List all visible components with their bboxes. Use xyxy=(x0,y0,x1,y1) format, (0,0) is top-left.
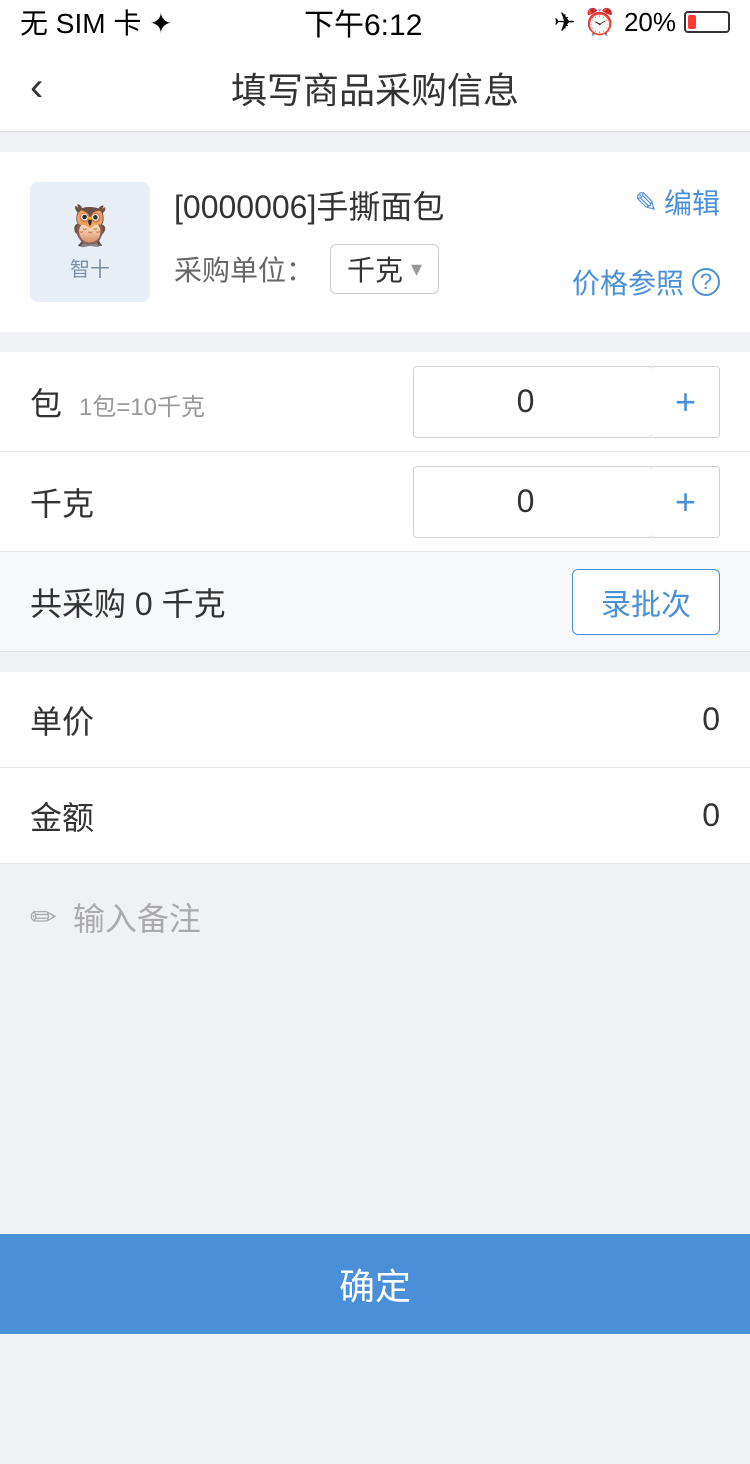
unit-value: 千克 xyxy=(347,249,403,289)
kg-row: 千克 + xyxy=(0,452,750,552)
price-divider-top xyxy=(0,652,750,672)
bao-input-wrap: + xyxy=(413,366,720,438)
amount-row: 金额 0 xyxy=(0,768,750,864)
back-button[interactable]: ‹ xyxy=(30,55,53,120)
summary-text: 共采购 0 千克 xyxy=(30,579,572,625)
amount-value: 0 xyxy=(702,797,720,834)
battery-icon xyxy=(684,11,730,33)
status-bar-left: 无 SIM 卡 ✦ xyxy=(20,2,173,42)
bao-input[interactable] xyxy=(413,366,653,438)
status-bar-time: 下午6:12 xyxy=(304,0,422,44)
status-bar-right: ✈ ⏰ 20% xyxy=(554,7,730,38)
confirm-label: 确定 xyxy=(339,1258,411,1310)
bao-row: 包 1包=10千克 + xyxy=(0,352,750,452)
price-ref-info-icon: ? xyxy=(692,268,720,296)
product-card: 🦉 智十 [0000006]手撕面包 采购单位： 千克 ▾ ✎ 编辑 价格参照 … xyxy=(0,152,750,332)
price-ref-label: 价格参照 xyxy=(572,262,684,302)
form-divider-top xyxy=(0,332,750,352)
bao-plus-button[interactable]: + xyxy=(652,366,720,438)
amount-label: 金额 xyxy=(30,793,702,839)
edit-icon: ✎ xyxy=(635,186,658,219)
kg-input-wrap: + xyxy=(413,466,720,538)
edit-button[interactable]: ✎ 编辑 xyxy=(635,182,720,222)
unit-selector[interactable]: 千克 ▾ xyxy=(330,244,439,294)
battery-percent: 20% xyxy=(624,7,676,38)
batch-button[interactable]: 录批次 xyxy=(572,569,720,635)
brand-owl-icon: 🦉 xyxy=(65,202,115,249)
unit-price-value: 0 xyxy=(702,701,720,738)
notes-placeholder: 输入备注 xyxy=(73,894,201,940)
unit-price-label: 单价 xyxy=(30,697,702,743)
summary-row: 共采购 0 千克 录批次 xyxy=(0,552,750,652)
brand-label: 智十 xyxy=(65,253,115,282)
status-bar: 无 SIM 卡 ✦ 下午6:12 ✈ ⏰ 20% xyxy=(0,0,750,44)
nav-bar: ‹ 填写商品采购信息 xyxy=(0,44,750,132)
edit-label: 编辑 xyxy=(664,182,720,222)
price-ref-button[interactable]: 价格参照 ? xyxy=(572,262,720,302)
bao-sublabel: 1包=10千克 xyxy=(79,394,205,421)
chevron-down-icon: ▾ xyxy=(411,256,422,282)
kg-input[interactable] xyxy=(413,466,653,538)
confirm-button[interactable]: 确定 xyxy=(0,1234,750,1334)
page-title: 填写商品采购信息 xyxy=(231,62,519,114)
sim-status: 无 SIM 卡 ✦ xyxy=(20,2,173,42)
pencil-icon: ✏ xyxy=(30,898,57,936)
quantity-form: 包 1包=10千克 + 千克 + xyxy=(0,352,750,552)
kg-plus-button[interactable]: + xyxy=(652,466,720,538)
kg-label: 千克 xyxy=(30,479,413,525)
location-icon: ✈ xyxy=(554,7,576,38)
product-thumbnail: 🦉 智十 xyxy=(30,182,150,302)
unit-label: 采购单位： xyxy=(174,249,314,289)
bao-label: 包 1包=10千克 xyxy=(30,379,413,425)
top-divider xyxy=(0,132,750,152)
alarm-icon: ⏰ xyxy=(584,7,616,38)
unit-price-row: 单价 0 xyxy=(0,672,750,768)
notes-section: ✏ 输入备注 xyxy=(0,864,750,1064)
price-section: 单价 0 金额 0 xyxy=(0,672,750,864)
